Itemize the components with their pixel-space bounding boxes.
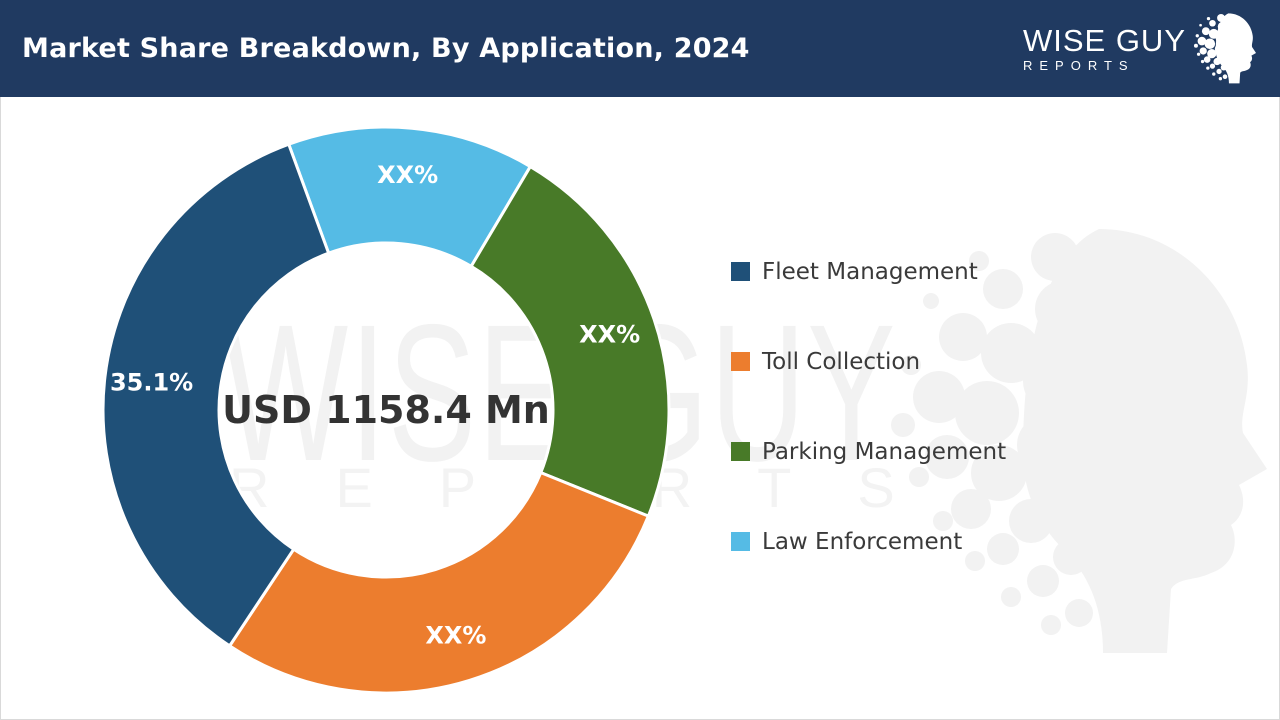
slice-label-toll-collection: XX%	[425, 621, 486, 649]
legend-item-law-enforcement: Law Enforcement	[731, 527, 1006, 556]
legend-label-toll-collection: Toll Collection	[762, 348, 921, 375]
chart-area: WISE GUY REPORTS XX%XX%XX%35.1% USD 1158…	[0, 97, 1280, 720]
page-title: Market Share Breakdown, By Application, …	[22, 33, 750, 64]
legend-label-law-enforcement: Law Enforcement	[762, 528, 963, 555]
legend-swatch-fleet-management	[731, 262, 750, 281]
brand-name: WISE GUY	[1022, 23, 1186, 58]
legend-item-fleet-management: Fleet Management	[731, 257, 1006, 286]
legend-label-parking-management: Parking Management	[762, 438, 1007, 465]
legend-item-parking-management: Parking Management	[731, 437, 1006, 466]
donut-center-value: USD 1158.4 Mn	[222, 388, 550, 432]
slice-label-fleet-management: 35.1%	[110, 368, 193, 396]
slice-label-law-enforcement: XX%	[377, 161, 438, 189]
brand-logo: WISE GUY REPORTS	[1023, 9, 1258, 89]
brand-subtitle: REPORTS	[1022, 58, 1135, 73]
legend: Fleet Management Toll Collection Parking M…	[731, 257, 1006, 617]
donut-slice-toll-collection	[228, 471, 650, 695]
donut-chart: XX% XX% XX% 35.1%	[101, 125, 671, 695]
legend-label-fleet-management: Fleet Management	[762, 258, 978, 285]
slice-label-parking-management: XX%	[579, 321, 640, 349]
legend-item-toll-collection: Toll Collection	[731, 347, 1006, 376]
legend-swatch-law-enforcement	[731, 532, 750, 551]
legend-swatch-parking-management	[731, 442, 750, 461]
header-bar: Market Share Breakdown, By Application, …	[0, 0, 1280, 97]
legend-swatch-toll-collection	[731, 352, 750, 371]
brand-face-icon	[1193, 12, 1257, 83]
report-page: Market Share Breakdown, By Application, …	[0, 0, 1280, 720]
brand-logo-text: WISE GUY REPORTS	[1023, 25, 1186, 72]
